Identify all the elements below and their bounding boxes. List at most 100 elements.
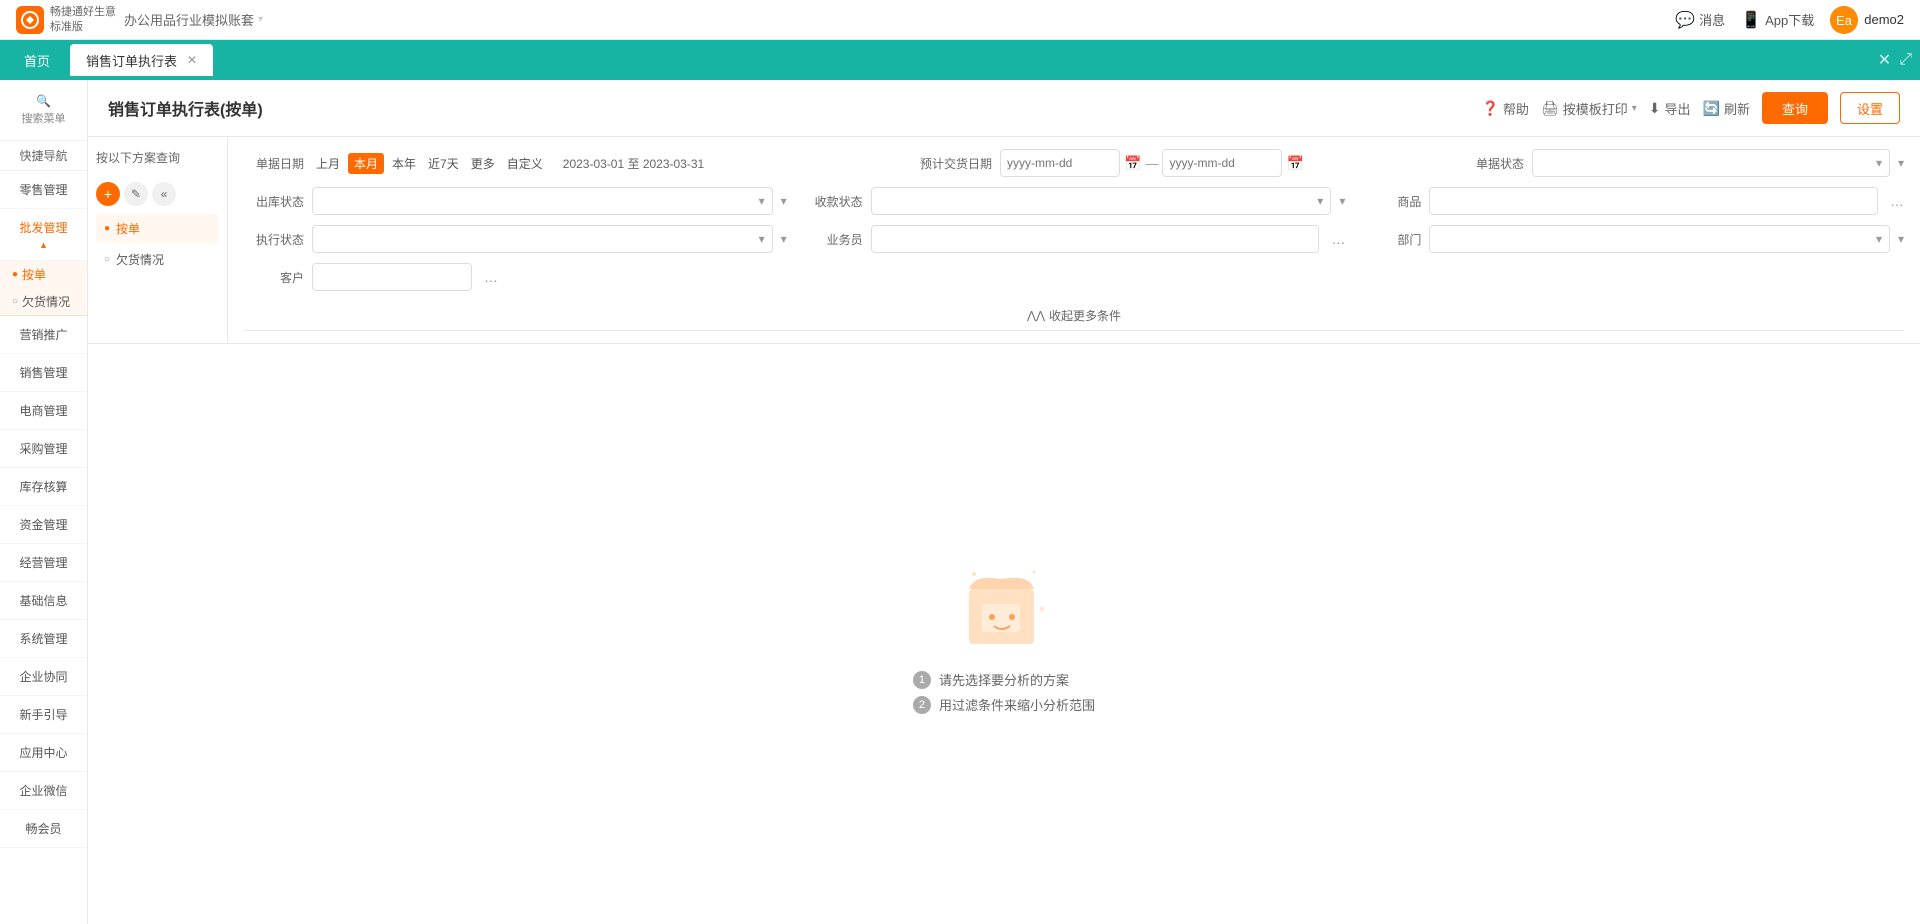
department-chevron-icon: ▾ bbox=[1898, 232, 1904, 246]
sidebar-item-enterprise[interactable]: 企业协同 bbox=[0, 658, 87, 696]
execution-select-wrap: 全部 执行中 已完成 bbox=[312, 225, 773, 253]
expected-date-start-input[interactable] bbox=[1000, 149, 1120, 177]
settings-button[interactable]: 设置 bbox=[1840, 92, 1900, 124]
scheme-icon: ○ bbox=[104, 254, 110, 265]
collapse-more-button[interactable]: ⋀⋀ 收起更多条件 bbox=[244, 301, 1904, 331]
date-filter-group: 单据日期 上月 本月 本年 近7天 更多 自定义 2023-03-01 至 20… bbox=[244, 153, 904, 174]
maximize-window-button[interactable]: ⤢ bbox=[1899, 51, 1912, 69]
receipt-filter-group: 收款状态 全部 未收款 部分收款 已收款 ▾ bbox=[803, 187, 1346, 215]
search-icon: 🔍 bbox=[36, 94, 51, 108]
sidebar-item-appstore[interactable]: 应用中心 bbox=[0, 734, 87, 772]
edit-scheme-button[interactable]: ✎ bbox=[124, 182, 148, 206]
empty-svg bbox=[954, 554, 1054, 654]
salesperson-filter-group: 业务员 … bbox=[803, 225, 1346, 253]
tab-sales-order[interactable]: 销售订单执行表 ✕ bbox=[70, 44, 213, 76]
sidebar-item-system[interactable]: 系统管理 bbox=[0, 620, 87, 658]
order-icon: ● bbox=[12, 269, 18, 280]
department-select[interactable] bbox=[1429, 225, 1890, 253]
salesperson-input[interactable] bbox=[871, 225, 1320, 253]
expected-date-inputs: 📅 — 📅 bbox=[1000, 149, 1448, 177]
execution-filter-group: 执行状态 全部 执行中 已完成 ▾ bbox=[244, 225, 787, 253]
debt-icon: ○ bbox=[12, 296, 18, 307]
sidebar-item-wholesale[interactable]: 批发管理 ▲ bbox=[0, 209, 87, 261]
avatar-img bbox=[1830, 6, 1858, 34]
date-preset-this-month[interactable]: 本月 bbox=[348, 153, 384, 174]
tabbar: 首页 销售订单执行表 ✕ ✕ ⤢ bbox=[0, 40, 1920, 80]
expected-date-end-input[interactable] bbox=[1162, 149, 1282, 177]
outbound-chevron-icon: ▾ bbox=[781, 194, 787, 208]
print-icon: 🖨 bbox=[1541, 100, 1559, 117]
sidebar-item-basic[interactable]: 基础信息 bbox=[0, 582, 87, 620]
wholesale-submenu: ● 按单 ○ 欠货情况 bbox=[0, 261, 87, 316]
salesperson-label: 业务员 bbox=[803, 231, 863, 248]
breadcrumb[interactable]: 办公用品行业模拟账套 ▾ bbox=[124, 10, 263, 29]
export-button[interactable]: ⬇ 导出 bbox=[1649, 99, 1691, 118]
date-preset-more[interactable]: 更多 bbox=[467, 153, 499, 174]
scheme-active-icon: ● bbox=[104, 223, 110, 234]
collapse-icon: « bbox=[161, 187, 168, 201]
quick-nav-button[interactable]: 快捷导航 bbox=[0, 141, 87, 171]
sidebar-item-weixin[interactable]: 企业微信 bbox=[0, 772, 87, 810]
page-actions: ❓ 帮助 🖨 按模板打印 ▾ ⬇ 导出 🔄 刷新 查询 设置 bbox=[1481, 92, 1900, 124]
sidebar-item-inventory[interactable]: 库存核算 bbox=[0, 468, 87, 506]
status-select[interactable]: 全部 待审核 已审核 已完成 bbox=[1532, 149, 1890, 177]
refresh-button[interactable]: 🔄 刷新 bbox=[1703, 99, 1750, 118]
date-preset-this-year[interactable]: 本年 bbox=[388, 153, 420, 174]
receipt-select-wrap: 全部 未收款 部分收款 已收款 bbox=[871, 187, 1332, 215]
add-scheme-button[interactable]: + bbox=[96, 182, 120, 206]
query-button[interactable]: 查询 bbox=[1762, 92, 1828, 124]
help-button[interactable]: ❓ 帮助 bbox=[1481, 99, 1528, 118]
date-preset-last-month[interactable]: 上月 bbox=[312, 153, 344, 174]
content-area: 销售订单执行表(按单) ❓ 帮助 🖨 按模板打印 ▾ ⬇ 导出 🔄 刷新 bbox=[88, 80, 1920, 924]
execution-select[interactable]: 全部 执行中 已完成 bbox=[312, 225, 773, 253]
sidebar-item-ecommerce[interactable]: 电商管理 bbox=[0, 392, 87, 430]
date-preset-7days[interactable]: 近7天 bbox=[424, 153, 463, 174]
app-download-button[interactable]: 📱 App下载 bbox=[1741, 10, 1814, 30]
expected-date-label: 预计交货日期 bbox=[920, 155, 992, 172]
date-presets: 上月 本月 本年 近7天 更多 自定义 bbox=[312, 153, 547, 174]
sidebar-item-sales[interactable]: 销售管理 bbox=[0, 354, 87, 392]
scheme-item-orders[interactable]: ● 按单 bbox=[96, 214, 219, 243]
sidebar-item-member[interactable]: 畅会员 bbox=[0, 810, 87, 848]
message-button[interactable]: 💬 消息 bbox=[1675, 10, 1725, 30]
sidebar-item-newbie[interactable]: 新手引导 bbox=[0, 696, 87, 734]
sidebar-item-business[interactable]: 经营管理 bbox=[0, 544, 87, 582]
customer-input[interactable] bbox=[312, 263, 472, 291]
filter-row-2: 出库状态 全部 未出库 部分出库 已出库 ▾ bbox=[244, 187, 1904, 215]
salesperson-more-icon[interactable]: … bbox=[1331, 231, 1345, 247]
main-layout: 🔍 搜索菜单 快捷导航 零售管理 批发管理 ▲ ● 按单 ○ 欠货情况 营销推广 bbox=[0, 80, 1920, 924]
close-window-button[interactable]: ✕ bbox=[1878, 50, 1891, 70]
scheme-item-debt[interactable]: ○ 欠货情况 bbox=[96, 245, 219, 274]
status-label: 单据状态 bbox=[1464, 155, 1524, 172]
department-select-wrap bbox=[1429, 225, 1890, 253]
sidebar-item-marketing[interactable]: 营销推广 bbox=[0, 316, 87, 354]
product-more-icon[interactable]: … bbox=[1890, 193, 1904, 209]
department-label: 部门 bbox=[1361, 231, 1421, 248]
search-menu-button[interactable]: 🔍 搜索菜单 bbox=[8, 90, 79, 130]
filter-panel: 按以下方案查询 + ✎ « ● 按单 bbox=[88, 137, 1920, 344]
receipt-select[interactable]: 全部 未收款 部分收款 已收款 bbox=[871, 187, 1332, 215]
sidebar-item-retail[interactable]: 零售管理 bbox=[0, 171, 87, 209]
submenu-item-orders[interactable]: ● 按单 bbox=[0, 261, 87, 288]
add-icon: + bbox=[104, 186, 112, 202]
status-chevron-icon: ▾ bbox=[1898, 156, 1904, 170]
sidebar-item-finance[interactable]: 资金管理 bbox=[0, 506, 87, 544]
print-button[interactable]: 🖨 按模板打印 ▾ bbox=[1541, 99, 1637, 118]
date-calendar-end-icon[interactable]: 📅 bbox=[1286, 155, 1303, 172]
customer-more-icon[interactable]: … bbox=[484, 269, 498, 285]
tab-close-icon[interactable]: ✕ bbox=[187, 53, 197, 67]
outbound-select[interactable]: 全部 未出库 部分出库 已出库 bbox=[312, 187, 773, 215]
download-icon: 📱 bbox=[1741, 10, 1761, 30]
tab-home[interactable]: 首页 bbox=[8, 44, 66, 76]
submenu-item-debt[interactable]: ○ 欠货情况 bbox=[0, 288, 87, 315]
receipt-label: 收款状态 bbox=[803, 193, 863, 210]
date-calendar-start-icon[interactable]: 📅 bbox=[1124, 155, 1141, 172]
product-filter-group: 商品 … bbox=[1361, 187, 1904, 215]
sidebar-item-purchase[interactable]: 采购管理 bbox=[0, 430, 87, 468]
product-input[interactable] bbox=[1429, 187, 1878, 215]
user-menu[interactable]: demo2 bbox=[1830, 6, 1904, 34]
filter-row-1: 单据日期 上月 本月 本年 近7天 更多 自定义 2023-03-01 至 20… bbox=[244, 149, 1904, 177]
collapse-scheme-button[interactable]: « bbox=[152, 182, 176, 206]
date-preset-custom[interactable]: 自定义 bbox=[503, 153, 547, 174]
collapse-up-icon: ⋀⋀ bbox=[1027, 309, 1045, 322]
